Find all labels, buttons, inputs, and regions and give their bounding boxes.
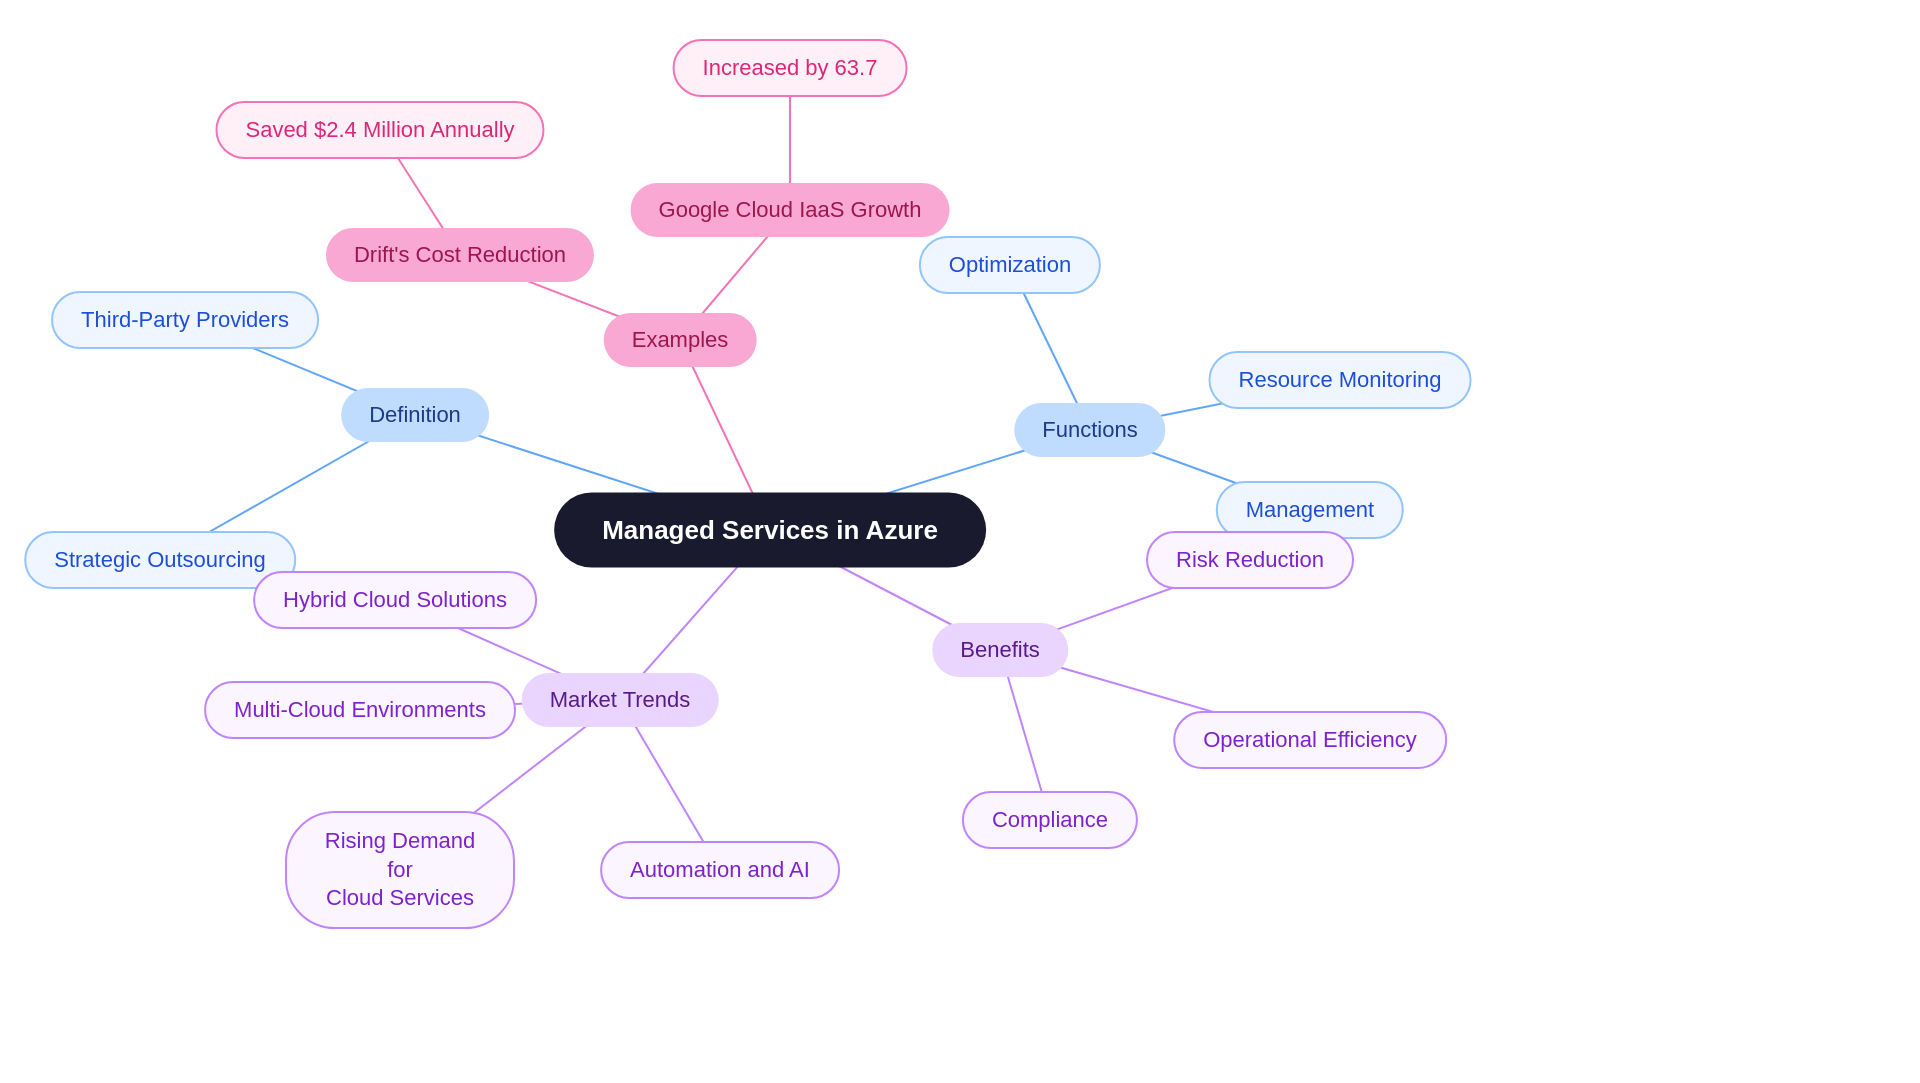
risk-reduction-label: Risk Reduction [1176, 547, 1324, 573]
increased-node[interactable]: Increased by 63.7 [673, 39, 908, 97]
automation-node[interactable]: Automation and AI [600, 841, 840, 899]
multi-cloud-label: Multi-Cloud Environments [234, 697, 486, 723]
third-party-node[interactable]: Third-Party Providers [51, 291, 319, 349]
functions-node[interactable]: Functions [1014, 403, 1165, 457]
optimization-node[interactable]: Optimization [919, 236, 1101, 294]
optimization-label: Optimization [949, 252, 1071, 278]
operational-label: Operational Efficiency [1203, 727, 1417, 753]
increased-label: Increased by 63.7 [703, 55, 878, 81]
resource-monitoring-node[interactable]: Resource Monitoring [1209, 351, 1472, 409]
risk-reduction-node[interactable]: Risk Reduction [1146, 531, 1354, 589]
center-label: Managed Services in Azure [602, 515, 938, 546]
operational-efficiency-node[interactable]: Operational Efficiency [1173, 711, 1447, 769]
definition-label: Definition [369, 402, 461, 428]
center-node[interactable]: Managed Services in Azure [554, 493, 986, 568]
market-trends-node[interactable]: Market Trends [522, 673, 719, 727]
saved-label: Saved $2.4 Million Annually [245, 117, 514, 143]
hybrid-cloud-label: Hybrid Cloud Solutions [283, 587, 507, 613]
rising-demand-label: Rising Demand forCloud Services [315, 827, 485, 913]
google-cloud-label: Google Cloud IaaS Growth [659, 197, 922, 223]
examples-node[interactable]: Examples [604, 313, 757, 367]
functions-label: Functions [1042, 417, 1137, 443]
compliance-node[interactable]: Compliance [962, 791, 1138, 849]
resource-monitoring-label: Resource Monitoring [1239, 367, 1442, 393]
management-label: Management [1246, 497, 1374, 523]
strategic-label: Strategic Outsourcing [54, 547, 266, 573]
examples-label: Examples [632, 327, 729, 353]
market-trends-label: Market Trends [550, 687, 691, 713]
third-party-label: Third-Party Providers [81, 307, 289, 333]
definition-node[interactable]: Definition [341, 388, 489, 442]
hybrid-cloud-node[interactable]: Hybrid Cloud Solutions [253, 571, 537, 629]
saved-node[interactable]: Saved $2.4 Million Annually [215, 101, 544, 159]
compliance-label: Compliance [992, 807, 1108, 833]
benefits-node[interactable]: Benefits [932, 623, 1068, 677]
drifts-label: Drift's Cost Reduction [354, 242, 566, 268]
rising-demand-node[interactable]: Rising Demand forCloud Services [285, 811, 515, 929]
drifts-node[interactable]: Drift's Cost Reduction [326, 228, 594, 282]
automation-label: Automation and AI [630, 857, 810, 883]
strategic-node[interactable]: Strategic Outsourcing [24, 531, 296, 589]
google-cloud-node[interactable]: Google Cloud IaaS Growth [631, 183, 950, 237]
benefits-label: Benefits [960, 637, 1040, 663]
multi-cloud-node[interactable]: Multi-Cloud Environments [204, 681, 516, 739]
